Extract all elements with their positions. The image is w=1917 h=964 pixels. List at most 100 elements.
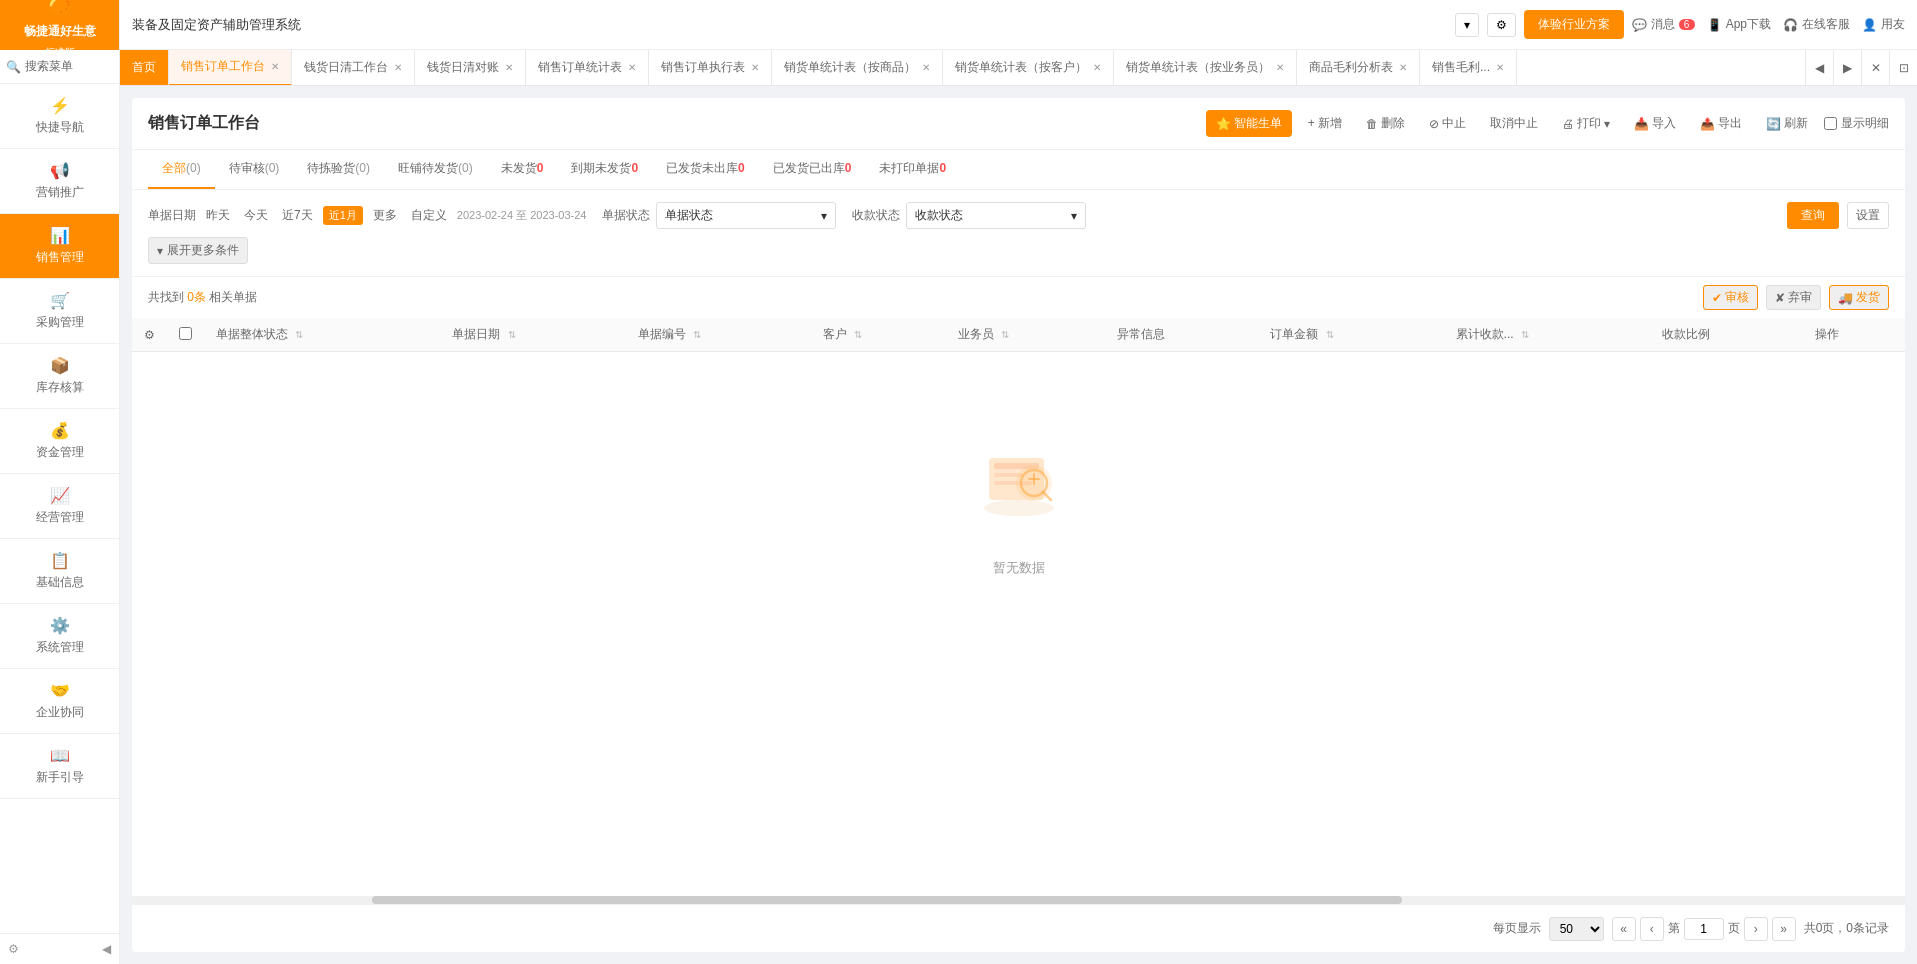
delete-btn[interactable]: 🗑 删除 — [1358, 111, 1413, 136]
page-last-btn[interactable]: » — [1772, 917, 1796, 941]
date-opt-today[interactable]: 今天 — [240, 205, 272, 226]
tab-sales-stats[interactable]: 销货单统计表（按业务员） ✕ — [1114, 50, 1297, 86]
sub-tab-wangpu[interactable]: 旺铺待发货(0) — [384, 150, 487, 189]
sub-tab-unshipped[interactable]: 未发货0 — [487, 150, 558, 189]
tab-close-salesstaff[interactable]: ✕ — [1276, 62, 1284, 73]
tab-reconcile[interactable]: 钱货日清对账 ✕ — [415, 50, 526, 86]
sidebar-item-basic[interactable]: 📋 基础信息 — [0, 539, 119, 604]
sidebar-item-system[interactable]: ⚙️ 系统管理 — [0, 604, 119, 669]
date-opt-yesterday[interactable]: 昨天 — [202, 205, 234, 226]
tab-stats[interactable]: 销售订单统计表 ✕ — [526, 50, 649, 86]
payment-select[interactable]: 收款状态 ▾ — [906, 202, 1086, 229]
sub-tab-all[interactable]: 全部(0) — [148, 150, 215, 189]
show-detail-input[interactable] — [1824, 117, 1837, 130]
page-input[interactable] — [1684, 918, 1724, 940]
messages-btn[interactable]: 💬 消息 6 — [1632, 16, 1695, 33]
sidebar-item-finance[interactable]: 💰 资金管理 — [0, 409, 119, 474]
tab-daily-cash[interactable]: 钱货日清工作台 ✕ — [292, 50, 415, 86]
show-detail-checkbox[interactable]: 显示明细 — [1824, 115, 1889, 132]
service-icon: 🎧 — [1783, 18, 1798, 32]
import-btn[interactable]: 📥 导入 — [1626, 111, 1684, 136]
export-btn[interactable]: 📤 导出 — [1692, 111, 1750, 136]
header-actions: 💬 消息 6 📱 App下载 🎧 在线客服 👤 用友 — [1632, 16, 1905, 33]
tab-goods-stats[interactable]: 销货单统计表（按商品） ✕ — [772, 50, 943, 86]
smart-btn[interactable]: ⭐ 智能生单 — [1206, 110, 1292, 137]
basic-icon: 📋 — [50, 551, 70, 570]
sidebar-item-newbie[interactable]: 📖 新手引导 — [0, 734, 119, 799]
tab-close-goods[interactable]: ✕ — [922, 62, 930, 73]
number-sort-icon: ⇅ — [693, 329, 701, 340]
tab-close-profit[interactable]: ✕ — [1399, 62, 1407, 73]
pagination-nav: « ‹ 第 页 › » — [1612, 917, 1796, 941]
sidebar-item-enterprise[interactable]: 🤝 企业协同 — [0, 669, 119, 734]
tab-next-btn[interactable]: ▶ — [1833, 50, 1861, 86]
stop-btn[interactable]: ⊘ 中止 — [1421, 111, 1474, 136]
scrollbar-area[interactable] — [132, 896, 1905, 904]
tab-close-customer[interactable]: ✕ — [1093, 62, 1101, 73]
tab-sale-profit[interactable]: 销售毛利... ✕ — [1420, 50, 1517, 86]
date-opt-custom[interactable]: 自定义 — [407, 205, 451, 226]
date-opt-1month[interactable]: 近1月 — [323, 206, 363, 225]
settings-btn[interactable]: ⚙ — [1487, 13, 1516, 37]
cancel-stop-btn[interactable]: 取消中止 — [1482, 111, 1546, 136]
audit-btn[interactable]: ✔ 审核 — [1703, 285, 1758, 310]
tab-home[interactable]: 首页 — [120, 50, 169, 86]
tab-sales-workbench[interactable]: 销售订单工作台 ✕ — [169, 50, 292, 86]
sidebar-item-quick[interactable]: ⚡ 快捷导航 — [0, 84, 119, 149]
sub-tab-shipped-out[interactable]: 已发货已出库0 — [759, 150, 866, 189]
col-cumulative: 累计收款... ⇅ — [1444, 318, 1651, 352]
add-btn[interactable]: + 新增 — [1300, 111, 1350, 136]
tab-profit[interactable]: 商品毛利分析表 ✕ — [1297, 50, 1420, 86]
sidebar-item-search[interactable]: 🔍 搜索菜单 — [0, 50, 119, 84]
user-menu[interactable]: 👤 用友 — [1862, 16, 1905, 33]
page-suffix: 页 — [1728, 920, 1740, 937]
per-page-select[interactable]: 50 20 100 — [1549, 917, 1604, 941]
collapse-icon[interactable]: ◀ — [102, 942, 111, 956]
system-dropdown[interactable]: ▾ — [1455, 13, 1479, 37]
select-all-checkbox[interactable] — [179, 327, 192, 340]
sub-tab-overdue[interactable]: 到期未发货0 — [557, 150, 652, 189]
sidebar-item-purchase[interactable]: 🛒 采购管理 — [0, 279, 119, 344]
sub-tab-unprinted[interactable]: 未打印单据0 — [865, 150, 960, 189]
experience-btn[interactable]: 体验行业方案 — [1524, 10, 1624, 39]
expand-filter-btn[interactable]: ▾ 展开更多条件 — [148, 237, 248, 264]
tab-close-daily[interactable]: ✕ — [394, 62, 402, 73]
date-opt-7days[interactable]: 近7天 — [278, 205, 317, 226]
app-download-btn[interactable]: 📱 App下载 — [1707, 16, 1771, 33]
settings-col-icon[interactable]: ⚙ — [144, 328, 155, 342]
sidebar-item-inventory[interactable]: 📦 库存核算 — [0, 344, 119, 409]
sub-tab-shipped-no-out[interactable]: 已发货未出库0 — [652, 150, 759, 189]
audit-icon: ✔ — [1712, 291, 1722, 305]
tab-prev-btn[interactable]: ◀ — [1805, 50, 1833, 86]
tab-customer-stats[interactable]: 销货单统计表（按客户） ✕ — [943, 50, 1114, 86]
sub-tab-pending[interactable]: 待审核(0) — [215, 150, 294, 189]
ship-btn[interactable]: 🚚 发货 — [1829, 285, 1889, 310]
tab-close-exec[interactable]: ✕ — [751, 62, 759, 73]
online-service-btn[interactable]: 🎧 在线客服 — [1783, 16, 1850, 33]
query-btn[interactable]: 查询 — [1787, 202, 1839, 229]
tab-expand-btn[interactable]: ⊡ — [1889, 50, 1917, 86]
cancel-audit-btn[interactable]: ✘ 弃审 — [1766, 285, 1821, 310]
payment-placeholder: 收款状态 — [915, 207, 963, 224]
settings-icon[interactable]: ⚙ — [8, 942, 19, 956]
status-select[interactable]: 单据状态 ▾ — [656, 202, 836, 229]
print-btn[interactable]: 🖨 打印 ▾ — [1554, 111, 1618, 136]
tab-close-stats[interactable]: ✕ — [628, 62, 636, 73]
tab-close-sales[interactable]: ✕ — [271, 61, 279, 72]
sidebar-item-marketing[interactable]: 📢 营销推广 — [0, 149, 119, 214]
filter-settings-btn[interactable]: 设置 — [1847, 202, 1889, 229]
messages-label: 消息 — [1651, 16, 1675, 33]
refresh-btn[interactable]: 🔄 刷新 — [1758, 111, 1816, 136]
sub-tab-picking[interactable]: 待拣验货(0) — [293, 150, 384, 189]
tab-exec[interactable]: 销售订单执行表 ✕ — [649, 50, 772, 86]
page-prev-btn[interactable]: ‹ — [1640, 917, 1664, 941]
scrollbar-thumb[interactable] — [372, 896, 1402, 904]
tab-close-all-btn[interactable]: ✕ — [1861, 50, 1889, 86]
tab-close-reconcile[interactable]: ✕ — [505, 62, 513, 73]
tab-close-saleprofit[interactable]: ✕ — [1496, 62, 1504, 73]
sidebar-item-sales[interactable]: 📊 销售管理 — [0, 214, 119, 279]
page-next-btn[interactable]: › — [1744, 917, 1768, 941]
page-first-btn[interactable]: « — [1612, 917, 1636, 941]
date-opt-more[interactable]: 更多 — [369, 205, 401, 226]
sidebar-item-operations[interactable]: 📈 经营管理 — [0, 474, 119, 539]
